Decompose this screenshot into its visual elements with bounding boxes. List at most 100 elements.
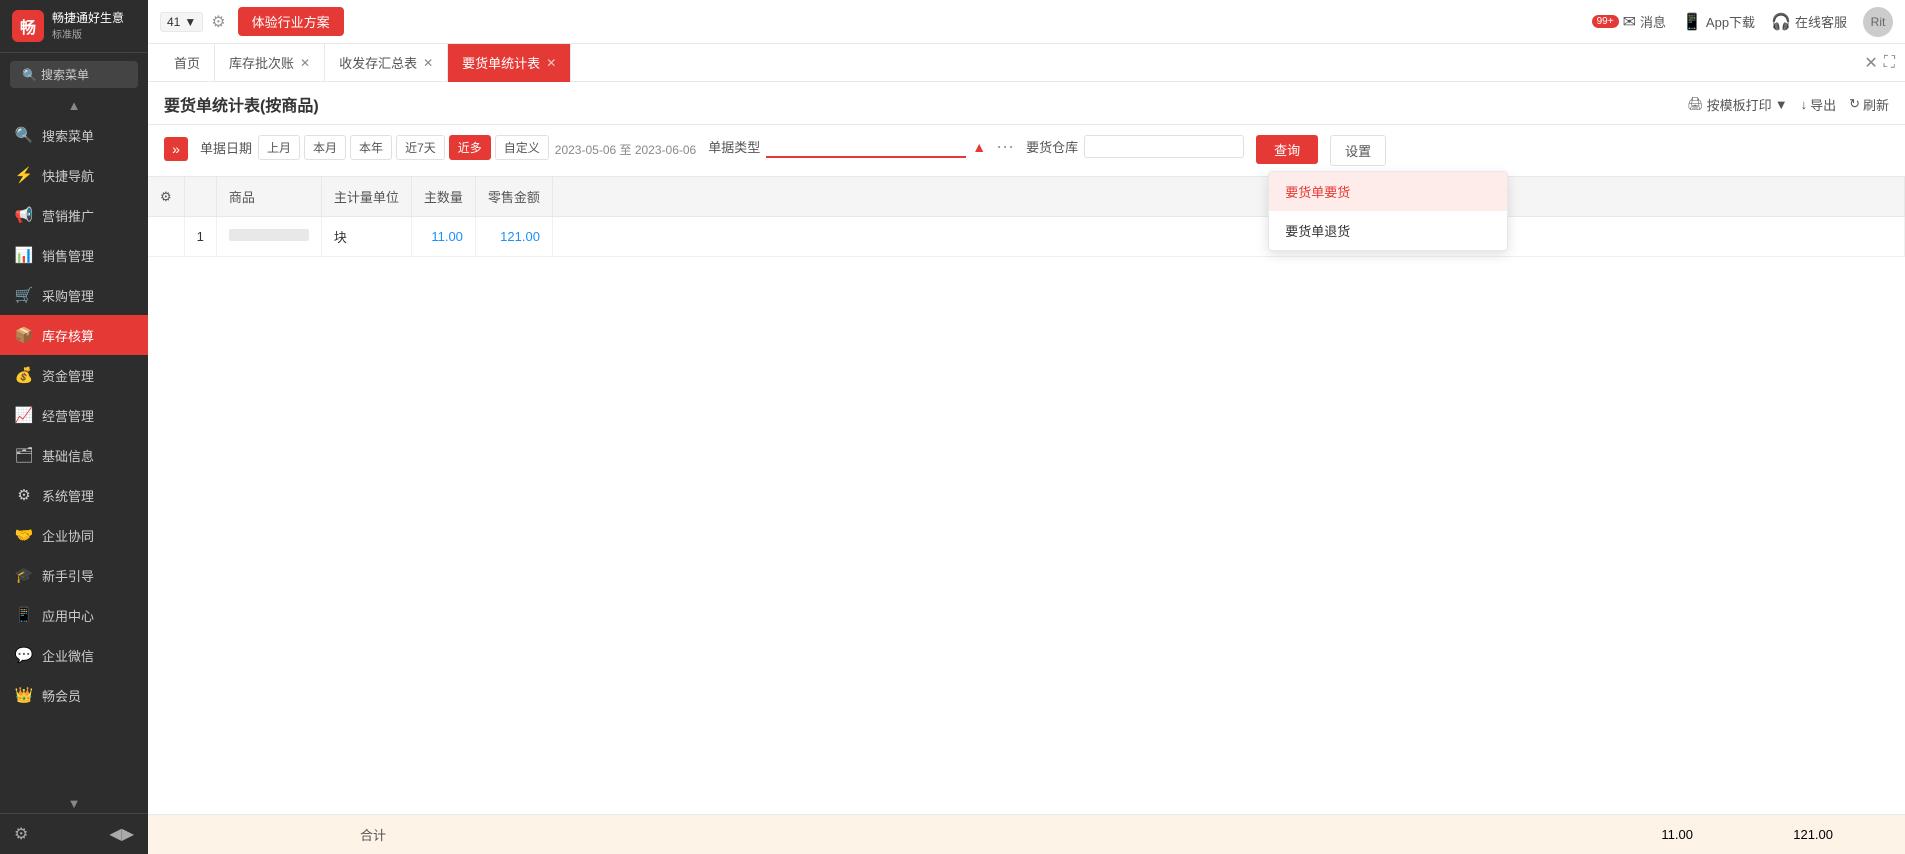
type-filter-input[interactable] [766,135,966,158]
data-table-container: ⚙ 商品 主计量单位 主数量 零售金额 1 块 [148,177,1905,814]
sidebar-icon-inventory: 📦 [14,325,34,345]
sidebar-item-enterprise[interactable]: 🤝 企业协同 [0,515,148,555]
app-download-btn[interactable]: 📱 App下载 [1682,12,1755,32]
sidebar-label-operations: 经营管理 [42,406,94,425]
settings-icon[interactable]: ⚙ [14,824,28,844]
sidebar-icon-basic-info: 🗂 [14,445,34,465]
tab-order-stats[interactable]: 要货单统计表 ✕ [448,44,571,82]
query-btn[interactable]: 查询 [1256,135,1318,164]
print-label: 按模板打印 [1707,95,1772,114]
sidebar-item-purchase[interactable]: 🛒 采购管理 [0,275,148,315]
sidebar-item-marketing[interactable]: 📢 营销推广 [0,195,148,235]
sidebar-item-basic-info[interactable]: 🗂 基础信息 [0,435,148,475]
sidebar-item-system[interactable]: ⚙ 系统管理 [0,475,148,515]
th-settings[interactable]: ⚙ [148,177,184,217]
tab-label-order-stats: 要货单统计表 [462,53,540,72]
warehouse-filter-input[interactable] [1084,135,1244,158]
topbar-settings-icon[interactable]: ⚙ [211,12,225,32]
sidebar-item-newbie[interactable]: 🎓 新手引导 [0,555,148,595]
filter-expand-btn[interactable]: » [164,137,188,161]
sidebar-label-enterprise-wechat: 企业微信 [42,646,94,665]
logo-title: 畅捷通好生意 [52,11,124,27]
sidebar-label-enterprise: 企业协同 [42,526,94,545]
tab-close-receivables-summary[interactable]: ✕ [423,56,433,70]
td-quantity: 11.00 [411,217,475,257]
sidebar-search-label: 搜索菜单 [41,66,89,83]
td-settings [148,217,184,257]
tab-close-order-stats[interactable]: ✕ [546,56,556,70]
footer-label: 合计 [360,825,386,844]
close-window-icon[interactable]: ✕ [1864,53,1877,73]
store-num: 41 [167,15,180,29]
sidebar-item-operations[interactable]: 📈 经营管理 [0,395,148,435]
sidebar-icon-enterprise: 🤝 [14,525,34,545]
sidebar-icon-member: 👑 [14,685,34,705]
tab-inventory-batch[interactable]: 库存批次账✕ [215,44,325,82]
sidebar-scroll-up[interactable]: ▲ [0,96,148,115]
sidebar-item-inventory[interactable]: 📦 库存核算 [0,315,148,355]
print-icon: 🖨 [1687,96,1704,112]
filter-settings-btn[interactable]: 设置 [1330,135,1386,166]
sidebar-item-enterprise-wechat[interactable]: 💬 企业微信 [0,635,148,675]
sidebar-icon-sales: 📊 [14,245,34,265]
phone-icon: 📱 [1682,12,1702,32]
messages-btn[interactable]: 99+ ✉ 消息 [1592,12,1666,32]
message-badge: 99+ [1592,15,1619,28]
online-service-btn[interactable]: 🎧 在线客服 [1771,12,1847,32]
type-filter-group: 单据类型 ▲ ··· 要货单要货 要货单退货 [708,135,1014,158]
app-download-label: App下载 [1706,12,1755,31]
sidebar-scroll-down[interactable]: ▼ [0,794,148,813]
export-btn[interactable]: ↓ 导出 [1798,95,1837,114]
td-goods [216,217,321,257]
maximize-window-icon[interactable]: ⛶ [1884,54,1895,72]
date-quick-btns: 上月 本月 本年 近7天 近多 自定义 [258,135,549,160]
sidebar-label-finance: 资金管理 [42,366,94,385]
refresh-btn[interactable]: ↻ 刷新 [1846,95,1889,114]
store-dropdown-icon: ▼ [184,15,196,29]
sidebar-item-finance[interactable]: 💰 资金管理 [0,355,148,395]
sidebar-item-sales[interactable]: 📊 销售管理 [0,235,148,275]
sidebar-icon-marketing: 📢 [14,205,34,225]
export-icon: ↓ [1801,97,1808,112]
sidebar-footer: ⚙ ◀▶ [0,813,148,854]
sidebar-item-search[interactable]: 🔍 搜索菜单 [0,115,148,155]
user-avatar[interactable]: Rit [1863,7,1893,37]
sidebar-item-member[interactable]: 👑 畅会员 [0,675,148,715]
tab-receivables-summary[interactable]: 收发存汇总表✕ [325,44,448,82]
type-filter-arrow[interactable]: ▲ [972,139,986,155]
collapse-icon[interactable]: ◀▶ [109,824,134,844]
th-unit: 主计量单位 [321,177,411,217]
hot-btn[interactable]: 近多 [449,135,491,160]
td-row-num: 1 [184,217,216,257]
date-filter-label: 单据日期 [200,138,252,157]
sidebar-icon-enterprise-wechat: 💬 [14,645,34,665]
sidebar-icon-newbie: 🎓 [14,565,34,585]
type-filter-label: 单据类型 [708,137,760,156]
headset-icon: 🎧 [1771,12,1791,32]
custom-btn[interactable]: 自定义 [495,135,549,160]
tab-home[interactable]: 首页 [160,44,215,82]
type-filter-more[interactable]: ··· [996,136,1014,157]
online-service-label: 在线客服 [1795,12,1847,31]
sidebar-label-sales: 销售管理 [42,246,94,265]
sidebar-item-app-center[interactable]: 📱 应用中心 [0,595,148,635]
th-quantity: 主数量 [411,177,475,217]
sidebar-item-quick-nav[interactable]: ⚡ 快捷导航 [0,155,148,195]
last-month-btn[interactable]: 上月 [258,135,300,160]
sidebar-search[interactable]: 🔍 搜索菜单 [10,61,138,88]
this-month-btn[interactable]: 本月 [304,135,346,160]
type-dropdown-menu: 要货单要货 要货单退货 [1268,171,1508,251]
warehouse-filter-group: 要货仓库 [1026,135,1244,158]
print-btn[interactable]: 🖨 按模板打印 ▼ [1684,95,1787,114]
topbar-right: 99+ ✉ 消息 📱 App下载 🎧 在线客服 Rit [1592,7,1893,37]
td-extra [552,217,1904,257]
store-badge[interactable]: 41 ▼ [160,12,203,32]
industry-btn[interactable]: 体验行业方案 [238,7,344,36]
table-row: 1 块 11.00 121.00 [148,217,1905,257]
this-year-btn[interactable]: 本年 [350,135,392,160]
last-7-days-btn[interactable]: 近7天 [396,135,445,160]
tabs-bar: 首页库存批次账✕收发存汇总表✕ 要货单统计表 ✕ ✕ ⛶ [148,44,1905,82]
dropdown-item-order-return[interactable]: 要货单退货 [1269,211,1507,250]
tab-close-inventory-batch[interactable]: ✕ [300,56,310,70]
dropdown-item-order-goods[interactable]: 要货单要货 [1269,172,1507,211]
